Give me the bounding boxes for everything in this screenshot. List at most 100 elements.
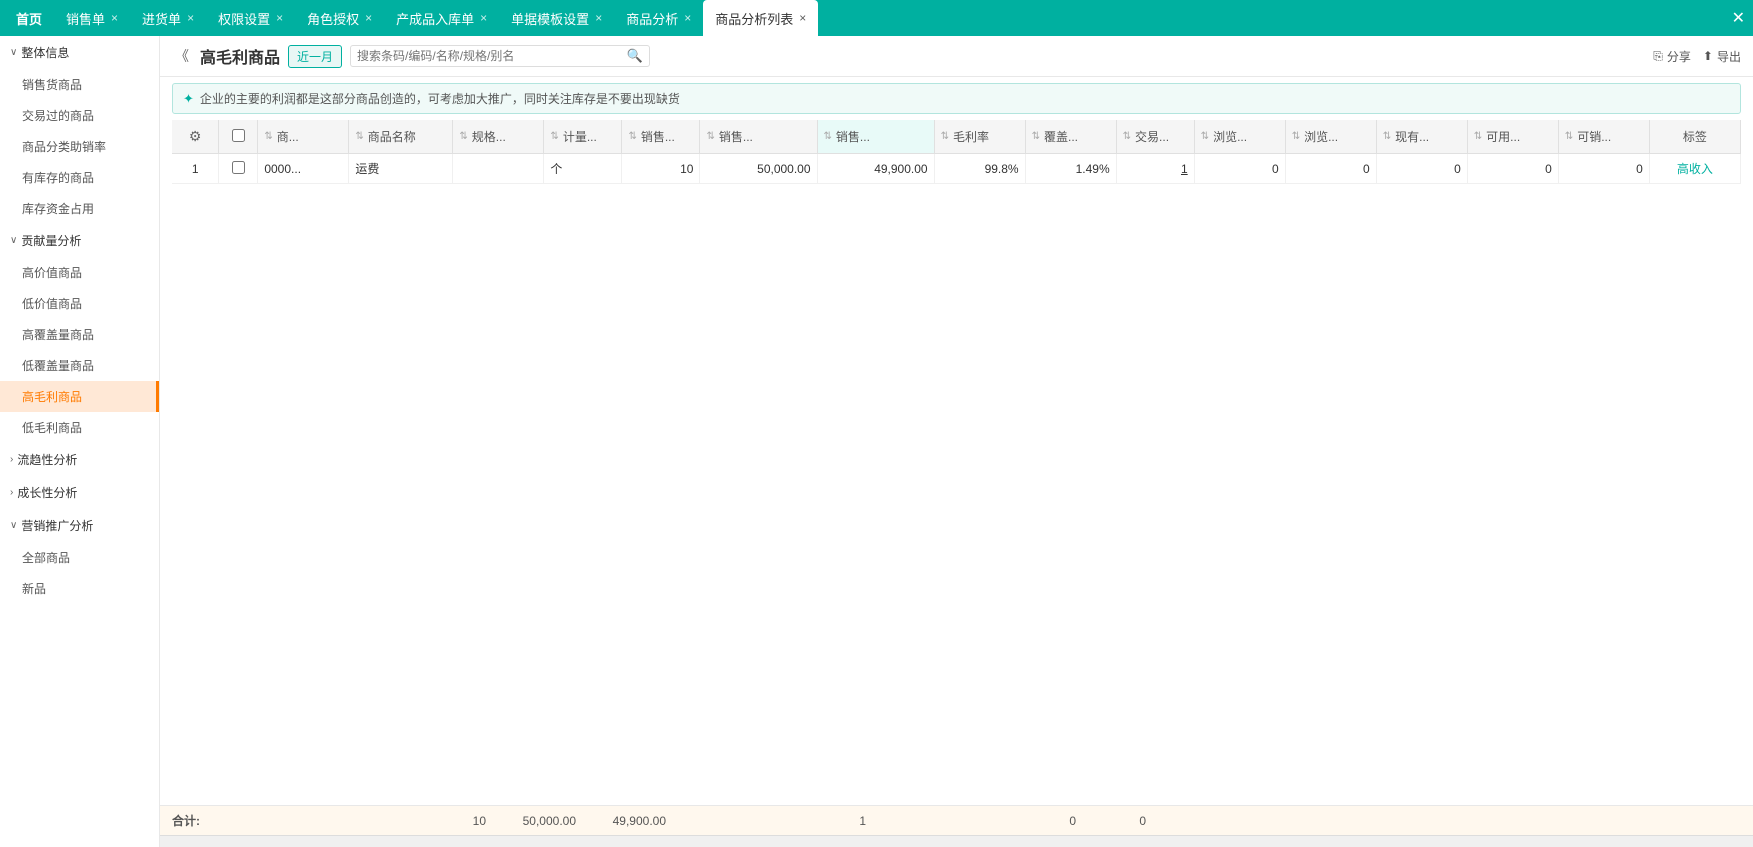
tab-sales[interactable]: 销售单 ×: [54, 0, 130, 36]
footer-stock1: 0: [1012, 814, 1082, 828]
sidebar-item-high-value[interactable]: 高价值商品: [0, 257, 159, 288]
export-icon: ⬆: [1703, 49, 1713, 63]
tab-close-permission[interactable]: ×: [276, 11, 283, 25]
tab-close-template[interactable]: ×: [595, 11, 602, 25]
th-stock1[interactable]: ⇅ 现有...: [1376, 120, 1467, 154]
sidebar-item-traded-goods[interactable]: 交易过的商品: [0, 100, 159, 131]
tab-close-product-in[interactable]: ×: [480, 11, 487, 25]
th-sales-qty[interactable]: ⇅ 销售...: [622, 120, 700, 154]
tab-product-in[interactable]: 产成品入库单 ×: [384, 0, 499, 36]
tab-role[interactable]: 角色授权 ×: [295, 0, 384, 36]
row-trade: 1: [1116, 154, 1194, 184]
footer-bar: 合计: 10 50,000.00 49,900.00 1 0 0: [160, 805, 1753, 835]
table-wrapper: ⚙ ⇅ 商... ⇅: [160, 120, 1753, 805]
row-tag: 高收入: [1649, 154, 1740, 184]
tab-purchase[interactable]: 进货单 ×: [130, 0, 206, 36]
tab-bar: 首页 销售单 × 进货单 × 权限设置 × 角色授权 × 产成品入库单 × 单据…: [0, 0, 1753, 36]
th-sales-amt[interactable]: ⇅ 销售...: [700, 120, 817, 154]
sidebar-group-growth[interactable]: › 成长性分析: [0, 476, 159, 509]
search-input[interactable]: [357, 49, 627, 63]
table-row: 1 0000... 运费 个 10 50,000.00 49,900.00 99…: [172, 154, 1741, 184]
th-stock3[interactable]: ⇅ 可销...: [1558, 120, 1649, 154]
footer-stock2: 0: [1082, 814, 1152, 828]
tab-template[interactable]: 单据模板设置 ×: [499, 0, 614, 36]
tab-close-purchase[interactable]: ×: [187, 11, 194, 25]
sidebar-item-high-cover[interactable]: 高覆盖量商品: [0, 319, 159, 350]
th-num: ⚙: [172, 120, 219, 154]
export-button[interactable]: ⬆ 导出: [1703, 48, 1741, 65]
footer-sales-cost: 49,900.00: [582, 814, 672, 828]
tab-permission[interactable]: 权限设置 ×: [206, 0, 295, 36]
search-box: 🔍: [350, 45, 650, 67]
th-stock2[interactable]: ⇅ 可用...: [1467, 120, 1558, 154]
sidebar-item-low-gross[interactable]: 低毛利商品: [0, 412, 159, 443]
th-gross-rate[interactable]: ⇅ 毛利率: [934, 120, 1025, 154]
sidebar-item-new-goods[interactable]: 新品: [0, 573, 159, 604]
th-browse2[interactable]: ⇅ 浏览...: [1285, 120, 1376, 154]
row-num: 1: [172, 154, 219, 184]
horizontal-scrollbar[interactable]: [160, 835, 1753, 847]
th-spec[interactable]: ⇅ 规格...: [453, 120, 544, 154]
sort-icon: ⇅: [941, 131, 949, 142]
select-all-checkbox[interactable]: [232, 129, 245, 142]
sidebar-item-stock-goods[interactable]: 有库存的商品: [0, 162, 159, 193]
sidebar-group-contribution[interactable]: ∨ 贡献量分析: [0, 224, 159, 257]
chevron-right-icon: ›: [10, 454, 13, 465]
tab-goods-analysis-list[interactable]: 商品分析列表 ×: [703, 0, 818, 36]
sidebar-item-low-cover[interactable]: 低覆盖量商品: [0, 350, 159, 381]
sidebar-group-overall[interactable]: ∨ 整体信息: [0, 36, 159, 69]
row-browse1: 0: [1194, 154, 1285, 184]
sidebar-item-low-value[interactable]: 低价值商品: [0, 288, 159, 319]
th-unit[interactable]: ⇅ 计量...: [544, 120, 622, 154]
tab-close-goods-analysis-list[interactable]: ×: [799, 11, 806, 25]
sidebar-group-trend[interactable]: › 流趋性分析: [0, 443, 159, 476]
sort-icon: ⇅: [550, 131, 558, 142]
sort-icon: ⇅: [1565, 131, 1573, 142]
sort-icon: ⇅: [355, 131, 363, 142]
sort-icon: ⇅: [1292, 131, 1300, 142]
close-all-tabs-icon[interactable]: ✕: [1732, 8, 1745, 28]
sort-icon: ⇅: [459, 131, 467, 142]
share-icon: ⎘: [1653, 49, 1663, 64]
th-cover[interactable]: ⇅ 覆盖...: [1025, 120, 1116, 154]
sort-icon: ⇅: [1474, 131, 1482, 142]
th-browse1[interactable]: ⇅ 浏览...: [1194, 120, 1285, 154]
sidebar-item-category-rate[interactable]: 商品分类助销率: [0, 131, 159, 162]
footer-label: 合计:: [172, 812, 432, 829]
tab-close-role[interactable]: ×: [365, 11, 372, 25]
settings-icon[interactable]: ⚙: [189, 128, 202, 144]
row-checkbox[interactable]: [232, 161, 245, 174]
search-icon: 🔍: [627, 48, 643, 64]
info-icon: ✦: [183, 91, 194, 107]
chevron-down-icon: ∨: [10, 235, 17, 246]
tab-close-sales[interactable]: ×: [111, 11, 118, 25]
tab-close-goods-analysis[interactable]: ×: [684, 11, 691, 25]
filter-recent-month-button[interactable]: 近一月: [288, 45, 342, 68]
row-browse2: 0: [1285, 154, 1376, 184]
sort-icon: ⇅: [1383, 131, 1391, 142]
footer-trade: 1: [812, 814, 872, 828]
th-name[interactable]: ⇅ 商品名称: [349, 120, 453, 154]
trade-link[interactable]: 1: [1181, 162, 1188, 176]
th-sales-cost[interactable]: ⇅ 销售...: [817, 120, 934, 154]
sidebar-group-marketing[interactable]: ∨ 营销推广分析: [0, 509, 159, 542]
th-code[interactable]: ⇅ 商...: [258, 120, 349, 154]
chevron-right-icon: ›: [10, 487, 13, 498]
th-trade[interactable]: ⇅ 交易...: [1116, 120, 1194, 154]
sidebar-item-stock-capital[interactable]: 库存资金占用: [0, 193, 159, 224]
tab-home[interactable]: 首页: [4, 0, 54, 36]
sidebar: ∨ 整体信息 销售货商品 交易过的商品 商品分类助销率 有库存的商品 库存资金占…: [0, 36, 160, 847]
row-check: [219, 154, 258, 184]
tab-goods-analysis[interactable]: 商品分析 ×: [614, 0, 703, 36]
sort-icon: ⇅: [1201, 131, 1209, 142]
row-stock1: 0: [1376, 154, 1467, 184]
share-button[interactable]: ⎘ 分享: [1653, 48, 1691, 65]
sidebar-item-sales-goods[interactable]: 销售货商品: [0, 69, 159, 100]
sidebar-item-high-gross[interactable]: 高毛利商品: [0, 381, 159, 412]
content-header: 《 高毛利商品 近一月 🔍 ⎘ 分享 ⬆ 导出: [160, 36, 1753, 77]
data-table: ⚙ ⇅ 商... ⇅: [172, 120, 1741, 184]
sidebar-collapse-button[interactable]: 《: [172, 46, 192, 66]
sidebar-item-all-goods[interactable]: 全部商品: [0, 542, 159, 573]
header-actions: ⎘ 分享 ⬆ 导出: [1653, 48, 1741, 65]
chevron-down-icon: ∨: [10, 520, 17, 531]
